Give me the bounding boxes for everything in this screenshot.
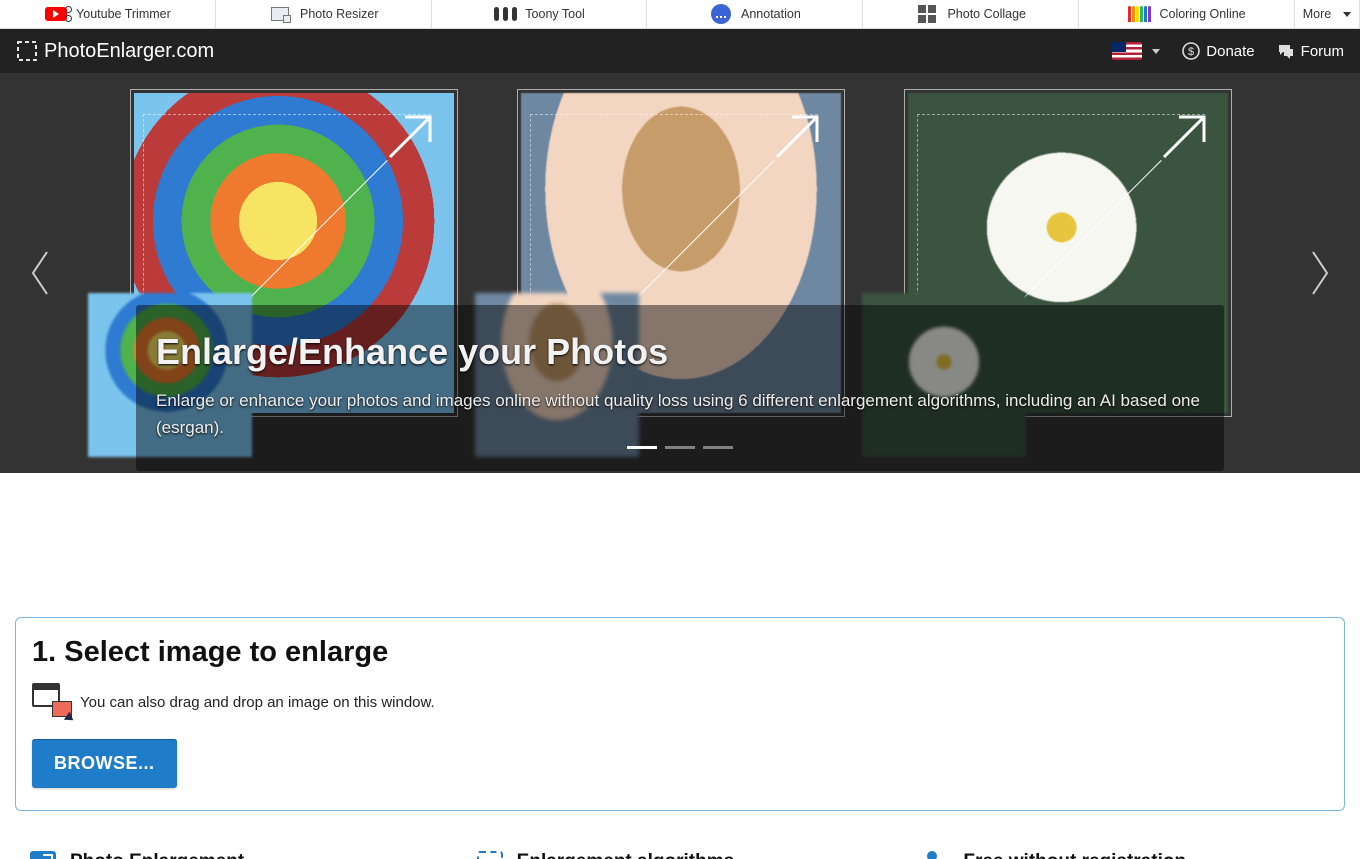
enlarge-frame-icon — [16, 40, 38, 62]
tab-label: Toony Tool — [525, 7, 585, 21]
forum-icon — [1277, 42, 1295, 60]
step1-heading: 1. Select image to enlarge — [32, 636, 1328, 669]
ad-space — [0, 473, 1360, 617]
feature-title: Photo Enlargement — [70, 851, 244, 859]
feature-title: Free without registration — [963, 851, 1186, 859]
photo-collage-icon — [915, 7, 939, 21]
hero-title: Enlarge/Enhance your Photos — [156, 331, 1204, 373]
site-name: PhotoEnlarger.com — [44, 40, 214, 63]
tab-label: Photo Collage — [947, 7, 1026, 21]
tab-label: Photo Resizer — [300, 7, 379, 21]
chevron-right-icon — [1307, 250, 1333, 296]
tab-label: Coloring Online — [1159, 7, 1245, 21]
carousel-next-button[interactable] — [1280, 73, 1360, 473]
enlarge-icon — [30, 851, 56, 859]
features-row: Photo Enlargement Enlargement algorithms… — [0, 811, 1360, 859]
forum-link[interactable]: Forum — [1277, 42, 1344, 60]
algorithms-icon — [477, 851, 503, 859]
tab-label: Annotation — [741, 7, 801, 21]
hero-carousel: Enlarge/Enhance your Photos Enlarge or e… — [0, 73, 1360, 473]
donate-link[interactable]: $ Donate — [1182, 42, 1254, 60]
site-logo-link[interactable]: PhotoEnlarger.com — [16, 40, 214, 63]
top-tools-bar: Youtube Trimmer Photo Resizer Toony Tool… — [0, 0, 1360, 29]
tab-coloring-online[interactable]: Coloring Online — [1079, 0, 1295, 28]
donate-label: Donate — [1206, 43, 1254, 60]
chevron-left-icon — [27, 250, 53, 296]
hero-subtitle: Enlarge or enhance your photos and image… — [156, 387, 1204, 441]
tab-youtube-trimmer[interactable]: Youtube Trimmer — [0, 0, 216, 28]
header-right: $ Donate Forum — [1112, 42, 1344, 60]
tab-photo-resizer[interactable]: Photo Resizer — [216, 0, 432, 28]
feature-free: Free without registration — [923, 851, 1330, 859]
carousel-indicator-3[interactable] — [703, 446, 733, 449]
tab-more-dropdown[interactable]: More — [1295, 0, 1360, 28]
donate-icon: $ — [1182, 42, 1200, 60]
tab-photo-collage[interactable]: Photo Collage — [863, 0, 1079, 28]
header-bar: PhotoEnlarger.com $ Donate Forum — [0, 29, 1360, 73]
carousel-indicator-1[interactable] — [627, 446, 657, 449]
free-user-icon — [923, 851, 949, 859]
step1-panel: 1. Select image to enlarge You can also … — [15, 617, 1345, 811]
feature-algorithms: Enlargement algorithms — [477, 851, 884, 859]
carousel-indicator-2[interactable] — [665, 446, 695, 449]
toony-tool-icon — [493, 7, 517, 21]
chevron-down-icon — [1343, 12, 1351, 17]
browse-button[interactable]: BROWSE... — [32, 739, 177, 788]
photo-resizer-icon — [268, 7, 292, 21]
carousel-prev-button[interactable] — [0, 73, 80, 473]
language-selector[interactable] — [1112, 42, 1160, 60]
feature-photo-enlargement: Photo Enlargement — [30, 851, 437, 859]
svg-text:$: $ — [1188, 46, 1194, 58]
tab-toony-tool[interactable]: Toony Tool — [432, 0, 648, 28]
annotation-icon — [709, 7, 733, 21]
coloring-online-icon — [1127, 7, 1151, 21]
drag-drop-icon — [32, 683, 72, 721]
step1-hint: You can also drag and drop an image on t… — [32, 683, 1328, 721]
hint-text: You can also drag and drop an image on t… — [80, 694, 435, 711]
feature-title: Enlargement algorithms — [517, 851, 735, 859]
flag-en-us-icon — [1112, 42, 1142, 60]
carousel-indicators — [627, 446, 733, 449]
chevron-down-icon — [1152, 49, 1160, 54]
tab-annotation[interactable]: Annotation — [647, 0, 863, 28]
forum-label: Forum — [1301, 43, 1344, 60]
youtube-trimmer-icon — [44, 7, 68, 21]
tab-label: Youtube Trimmer — [76, 7, 171, 21]
tab-label: More — [1303, 7, 1331, 21]
